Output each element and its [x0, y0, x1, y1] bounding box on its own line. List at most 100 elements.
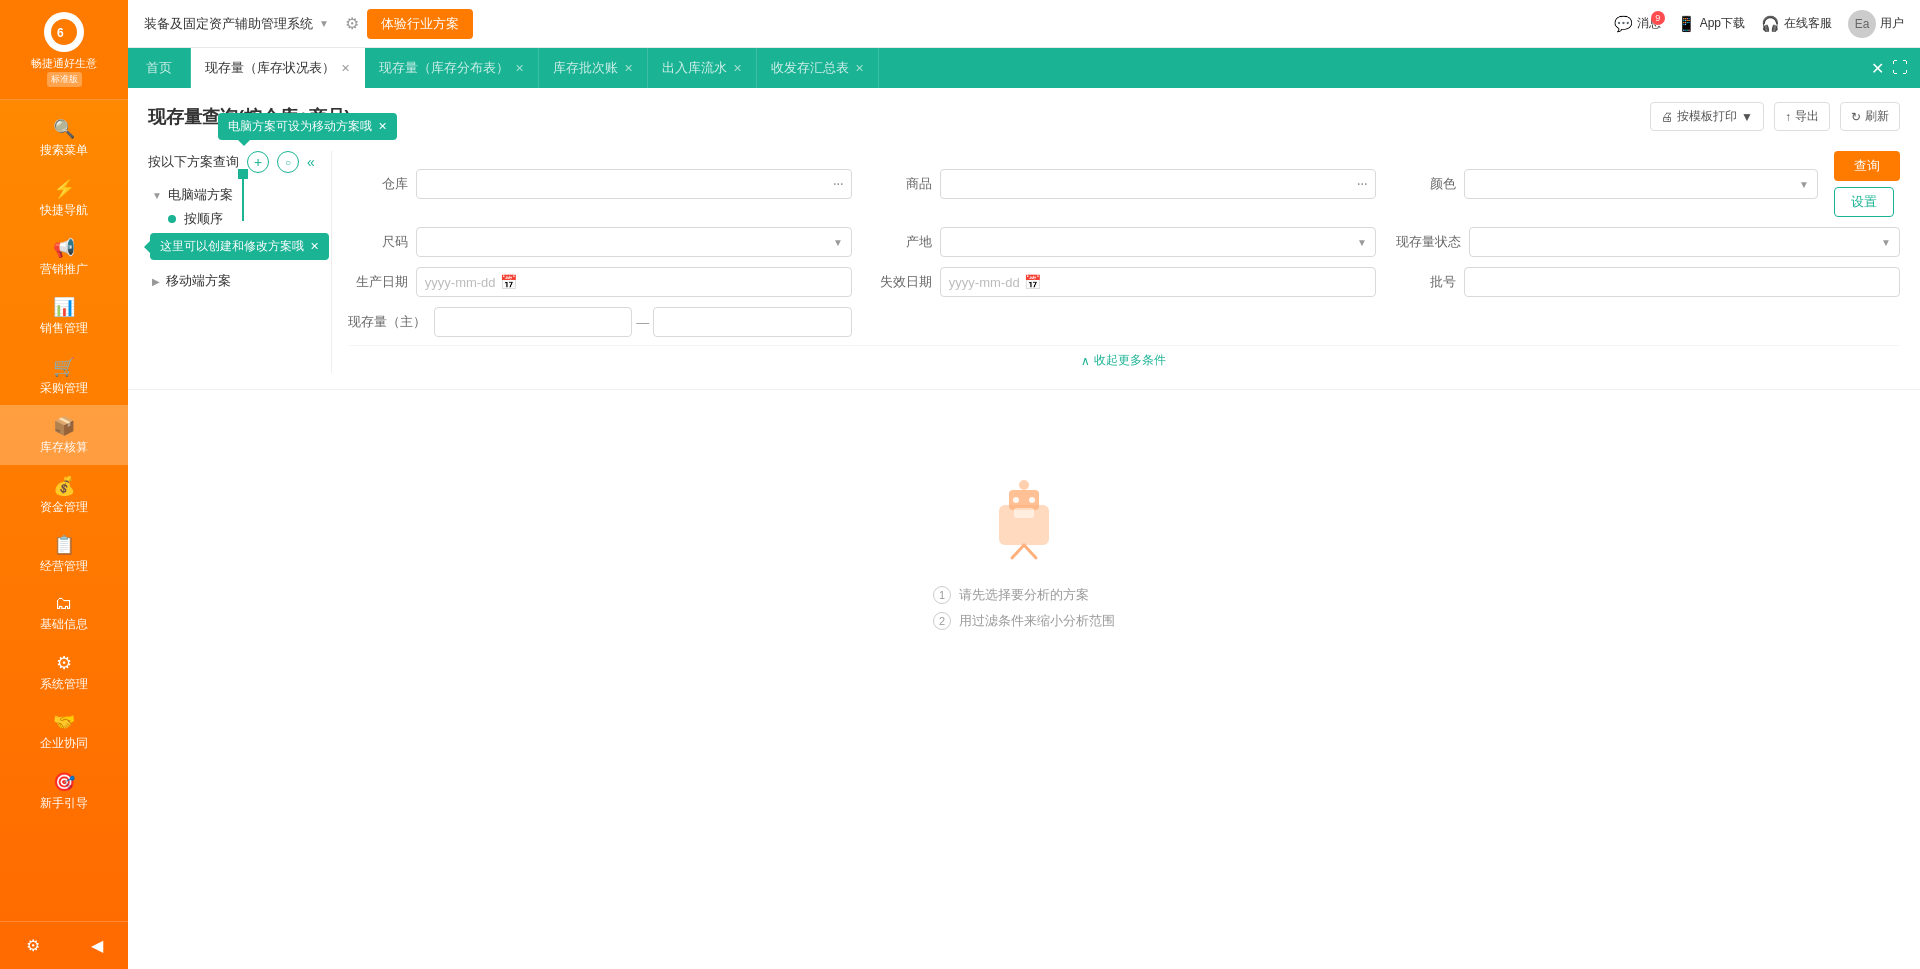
empty-step-2: 2 用过滤条件来缩小分析范围: [933, 612, 1115, 630]
sidebar-item-inventory[interactable]: 📦 库存核算: [0, 405, 128, 464]
app-download-button[interactable]: 📱 App下载: [1677, 15, 1745, 33]
close-all-tabs-button[interactable]: ✕: [1871, 59, 1884, 78]
prod-date-input[interactable]: yyyy-mm-dd 📅: [416, 267, 852, 297]
filter-stock-status: 现存量状态 ▼: [1396, 227, 1900, 257]
divider: [331, 151, 332, 373]
tooltip1-close[interactable]: ✕: [378, 120, 387, 133]
print-dropdown-icon: ▼: [1741, 110, 1753, 124]
settings-icon[interactable]: ⚙: [345, 14, 359, 33]
sidebar: 6 畅捷通好生意 标准版 🔍 搜索菜单 ⚡ 快捷导航 📢 营销推广 📊 销售管理…: [0, 0, 128, 969]
experience-button[interactable]: 体验行业方案: [367, 9, 473, 39]
arrow-btn[interactable]: «: [307, 154, 315, 170]
sidebar-item-guide[interactable]: 🎯 新手引导: [0, 761, 128, 820]
refresh-button[interactable]: ↻ 刷新: [1840, 102, 1900, 131]
batch-no-input[interactable]: [1464, 267, 1900, 297]
tab-in-out-flow[interactable]: 出入库流水 ✕: [648, 48, 757, 88]
circle-btn[interactable]: ○: [277, 151, 299, 173]
mobile-scheme-label: 移动端方案: [166, 272, 231, 290]
tab-close-icon[interactable]: ✕: [341, 62, 350, 75]
mobile-expand-icon: ▶: [152, 276, 160, 287]
warehouse-dots-icon: ···: [833, 175, 843, 193]
tab-inventory-status[interactable]: 现存量（库存状况表） ✕: [191, 48, 365, 88]
stock-qty-range: —: [434, 307, 852, 337]
step-1-num: 1: [933, 586, 951, 604]
product-dots-icon: ···: [1357, 175, 1367, 193]
origin-select[interactable]: ▼: [940, 227, 1376, 257]
tab-close-icon-5[interactable]: ✕: [855, 62, 864, 75]
sidebar-item-enterprise[interactable]: 🤝 企业协同: [0, 701, 128, 760]
filter-row-2: 尺码 ▼ 产地 ▼: [348, 227, 1900, 257]
sidebar-item-quick-nav[interactable]: ⚡ 快捷导航: [0, 168, 128, 227]
stock-status-select[interactable]: ▼: [1469, 227, 1900, 257]
expand-arrow-icon: ▼: [152, 190, 162, 201]
tab-receive-summary-label: 收发存汇总表: [771, 59, 849, 77]
search-icon: 🔍: [53, 118, 75, 140]
reset-button[interactable]: 设置: [1834, 187, 1894, 217]
tab-close-icon-2[interactable]: ✕: [515, 62, 524, 75]
settings-button[interactable]: ⚙: [22, 932, 44, 959]
sidebar-item-operations[interactable]: 📋 经营管理: [0, 524, 128, 583]
user-menu[interactable]: Ea 用户: [1848, 10, 1904, 38]
expiry-date-placeholder: yyyy-mm-dd: [949, 275, 1020, 290]
calendar-icon-2: 📅: [1024, 274, 1041, 290]
color-select[interactable]: ▼: [1464, 169, 1818, 199]
add-scheme-button[interactable]: +: [247, 151, 269, 173]
size-label: 尺码: [348, 233, 408, 251]
notification-button[interactable]: 💬 消息 9: [1614, 15, 1661, 33]
expand-button[interactable]: ⛶: [1892, 59, 1908, 77]
collapse-button[interactable]: ∧ 收起更多条件: [1081, 352, 1166, 369]
filter-warehouse: 仓库 ···: [348, 151, 852, 217]
tab-close-icon-3[interactable]: ✕: [624, 62, 633, 75]
batch-no-label: 批号: [1396, 273, 1456, 291]
search-button[interactable]: 查询: [1834, 151, 1900, 181]
stock-qty-max[interactable]: [653, 307, 852, 337]
tab-home-label: 首页: [146, 59, 172, 77]
collapse-sidebar-button[interactable]: ◀: [87, 932, 107, 959]
sidebar-item-sales[interactable]: 📊 销售管理: [0, 286, 128, 345]
tab-inventory-dist[interactable]: 现存量（库存分布表） ✕: [365, 48, 539, 88]
purchase-icon: 🛒: [53, 356, 75, 378]
product-label: 商品: [872, 175, 932, 193]
export-button[interactable]: ↑ 导出: [1774, 102, 1830, 131]
step-1-text: 请先选择要分析的方案: [959, 586, 1089, 604]
tab-batch-ledger[interactable]: 库存批次账 ✕: [539, 48, 648, 88]
product-input[interactable]: ···: [940, 169, 1376, 199]
svg-line-8: [1024, 545, 1036, 558]
filter-top-row: 按以下方案查询 + ○ « 电脑方案可设为移动方案哦 ✕: [148, 151, 315, 173]
basic-info-icon: 🗂: [55, 593, 73, 614]
scheme-mobile-expand[interactable]: ▶ 移动端方案: [148, 269, 315, 293]
sidebar-item-label-marketing: 营销推广: [40, 262, 88, 276]
tab-receive-summary[interactable]: 收发存汇总表 ✕: [757, 48, 879, 88]
print-button[interactable]: 🖨 按模板打印 ▼: [1650, 102, 1764, 131]
tab-home[interactable]: 首页: [128, 48, 191, 88]
marketing-icon: 📢: [53, 237, 75, 259]
filter-label: 按以下方案查询: [148, 153, 239, 171]
scheme-item-order[interactable]: 按顺序: [148, 207, 315, 231]
sidebar-item-label-purchase: 采购管理: [40, 381, 88, 395]
system-selector[interactable]: 装备及固定资产辅助管理系统 ▼: [144, 15, 329, 33]
sidebar-item-search[interactable]: 🔍 搜索菜单: [0, 108, 128, 167]
mobile-icon: 📱: [1677, 15, 1696, 33]
sidebar-item-purchase[interactable]: 🛒 采购管理: [0, 346, 128, 405]
size-select[interactable]: ▼: [416, 227, 852, 257]
tab-close-icon-4[interactable]: ✕: [733, 62, 742, 75]
scheme-item-desktop[interactable]: ▼ 电脑端方案: [148, 183, 315, 207]
sidebar-item-system[interactable]: ⚙ 系统管理: [0, 642, 128, 701]
tooltip2-close[interactable]: ✕: [310, 240, 319, 253]
warehouse-input[interactable]: ···: [416, 169, 852, 199]
sidebar-item-finance[interactable]: 💰 资金管理: [0, 465, 128, 524]
online-service-button[interactable]: 🎧 在线客服: [1761, 15, 1832, 33]
color-arrow-icon: ▼: [1799, 179, 1809, 190]
sidebar-item-basic-info[interactable]: 🗂 基础信息: [0, 583, 128, 641]
svg-point-9: [1019, 480, 1029, 490]
stock-qty-min[interactable]: [434, 307, 633, 337]
sidebar-item-label-operations: 经营管理: [40, 559, 88, 573]
logo-icon: 6: [44, 12, 84, 52]
expiry-date-input[interactable]: yyyy-mm-dd 📅: [940, 267, 1376, 297]
tab-batch-ledger-label: 库存批次账: [553, 59, 618, 77]
user-label: 用户: [1880, 15, 1904, 32]
svg-point-5: [1029, 497, 1035, 503]
scheme-tree: ▼ 电脑端方案 按顺序 这里可以创建和修改方案哦 ✕: [148, 179, 315, 297]
sidebar-item-marketing[interactable]: 📢 营销推广: [0, 227, 128, 286]
headset-icon: 🎧: [1761, 15, 1780, 33]
